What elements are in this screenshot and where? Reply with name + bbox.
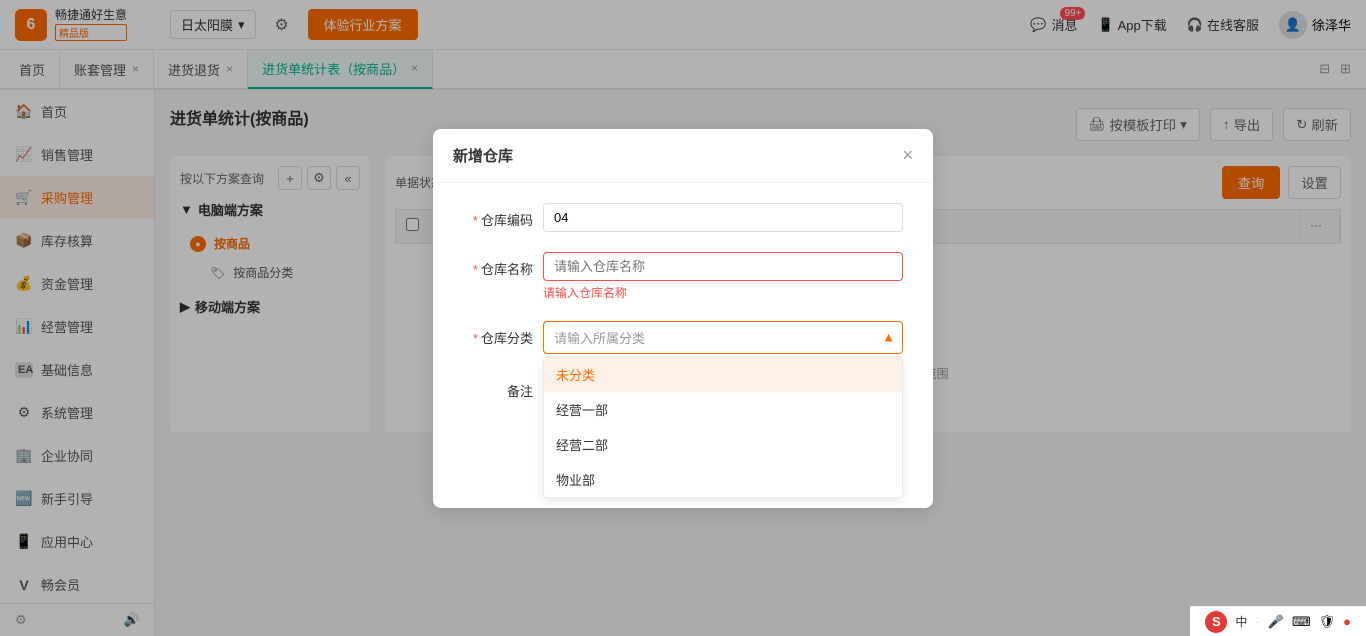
status-bar: S 中 · 🎤 ⌨ 🛡 ● bbox=[1190, 606, 1366, 636]
dropdown-option-0[interactable]: 未分类 bbox=[544, 357, 902, 392]
name-error-text: 请输入仓库名称 bbox=[543, 284, 903, 301]
modal-overlay[interactable]: 新增仓库 × 仓库编码 仓库名称 请输入仓库名称 仓库分类 bbox=[0, 0, 1366, 636]
category-placeholder: 请输入所属分类 bbox=[554, 328, 645, 347]
mic-icon[interactable]: 🎤 bbox=[1268, 614, 1284, 630]
name-field: 请输入仓库名称 bbox=[543, 252, 903, 301]
shield-icon: 🛡 bbox=[1319, 614, 1336, 630]
chevron-up-icon[interactable]: ▲ bbox=[882, 330, 895, 345]
note-label: 备注 bbox=[463, 374, 543, 400]
dialog-header: 新增仓库 × bbox=[433, 129, 933, 183]
code-field bbox=[543, 203, 903, 232]
code-label: 仓库编码 bbox=[463, 203, 543, 229]
form-row-code: 仓库编码 bbox=[463, 203, 903, 232]
category-dropdown: 未分类 经营一部 经营二部 物业部 bbox=[543, 356, 903, 498]
code-input[interactable] bbox=[543, 203, 903, 232]
dialog-close-button[interactable]: × bbox=[902, 145, 913, 166]
keyboard-icon[interactable]: ⌨ bbox=[1292, 614, 1311, 630]
zhong-label: 中 bbox=[1235, 613, 1247, 630]
form-row-category: 仓库分类 请输入所属分类 ▲ 未分类 经营一部 经营二部 物业部 bbox=[463, 321, 903, 354]
dialog-add-warehouse: 新增仓库 × 仓库编码 仓库名称 请输入仓库名称 仓库分类 bbox=[433, 129, 933, 508]
dialog-title: 新增仓库 bbox=[453, 145, 513, 166]
dropdown-option-2[interactable]: 经营二部 bbox=[544, 427, 902, 462]
name-input[interactable] bbox=[543, 252, 903, 281]
dialog-body: 仓库编码 仓库名称 请输入仓库名称 仓库分类 请输入所属分类 bbox=[433, 183, 933, 443]
category-label: 仓库分类 bbox=[463, 321, 543, 347]
form-row-name: 仓库名称 请输入仓库名称 bbox=[463, 252, 903, 301]
dropdown-option-3[interactable]: 物业部 bbox=[544, 462, 902, 497]
s-icon: S bbox=[1205, 611, 1227, 633]
dot-separator: · bbox=[1255, 614, 1259, 629]
category-field: 请输入所属分类 ▲ 未分类 经营一部 经营二部 物业部 bbox=[543, 321, 903, 354]
name-label: 仓库名称 bbox=[463, 252, 543, 278]
dropdown-option-1[interactable]: 经营一部 bbox=[544, 392, 902, 427]
category-input-wrap[interactable]: 请输入所属分类 bbox=[543, 321, 903, 354]
red-dot-icon: ● bbox=[1343, 614, 1351, 629]
